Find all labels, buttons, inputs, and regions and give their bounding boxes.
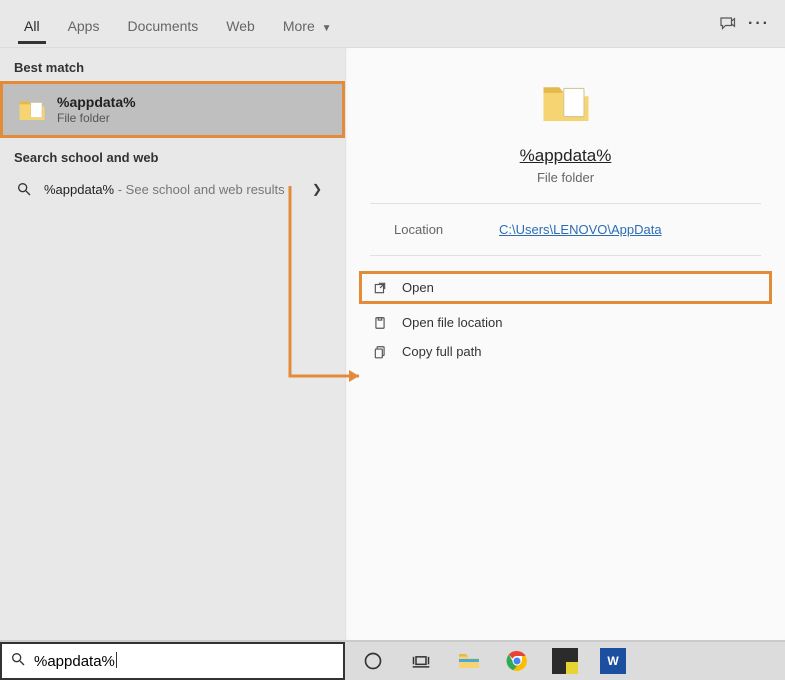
action-label: Copy full path: [402, 344, 482, 359]
taskbar: %appdata%: [0, 640, 785, 680]
best-match-subtitle: File folder: [57, 111, 136, 125]
best-match-title: %appdata%: [57, 94, 136, 110]
tab-label: More: [283, 18, 315, 34]
tab-label: All: [24, 18, 40, 34]
cortana-button[interactable]: [351, 641, 395, 680]
chevron-down-icon: ▼: [322, 23, 332, 34]
action-list: Open Open file location: [346, 256, 785, 384]
chrome-icon: [505, 649, 529, 673]
search-web-query: %appdata%: [44, 182, 114, 197]
best-match-text: %appdata% File folder: [57, 94, 136, 125]
search-body: Best match %appdata% File folder: [0, 48, 785, 640]
tab-label: Apps: [68, 18, 100, 34]
copy-path-icon: [370, 345, 390, 359]
location-row: Location C:\Users\LENOVO\AppData: [370, 204, 761, 256]
chrome-button[interactable]: [495, 641, 539, 680]
search-web-item[interactable]: %appdata% - See school and web results: [0, 171, 345, 207]
action-label: Open file location: [402, 315, 502, 330]
results-pane: Best match %appdata% File folder: [0, 48, 345, 640]
taskbar-icons: W: [345, 642, 635, 680]
task-view-icon: [411, 651, 431, 671]
search-window: All Apps Documents Web More ▼ ··· Best m…: [0, 0, 785, 640]
action-open[interactable]: Open: [359, 271, 772, 304]
preview-pane: %appdata% File folder Location C:\Users\…: [345, 48, 785, 640]
open-location-icon: [370, 316, 390, 330]
options-button[interactable]: ···: [743, 8, 775, 40]
feedback-icon: [718, 15, 736, 33]
tab-more[interactable]: More ▼: [269, 4, 346, 44]
circle-icon: [363, 651, 383, 671]
open-icon: [370, 281, 390, 295]
tab-documents[interactable]: Documents: [113, 4, 212, 44]
preview-title[interactable]: %appdata%: [520, 146, 612, 166]
action-label: Open: [402, 280, 434, 295]
search-web-heading: Search school and web: [0, 138, 345, 171]
feedback-button[interactable]: [711, 8, 743, 40]
file-explorer-button[interactable]: [447, 641, 491, 680]
app-icon-1: [552, 648, 578, 674]
app-icon-2: W: [600, 648, 626, 674]
action-copy-path[interactable]: Copy full path: [370, 337, 761, 366]
search-input-text: %appdata%: [34, 652, 335, 670]
task-view-button[interactable]: [399, 641, 443, 680]
best-match-group: %appdata% File folder: [0, 81, 345, 138]
folder-icon: [17, 95, 47, 125]
folder-icon: [539, 76, 593, 130]
tab-label: Documents: [127, 18, 198, 34]
file-explorer-icon: [457, 649, 481, 673]
search-web-wrap: %appdata% - See school and web results ❯: [0, 171, 345, 207]
location-label: Location: [394, 222, 499, 237]
app-button-1[interactable]: [543, 641, 587, 680]
search-icon: [10, 651, 26, 671]
search-web-text: %appdata% - See school and web results: [44, 182, 285, 197]
best-match-heading: Best match: [0, 48, 345, 81]
search-icon: [14, 179, 34, 199]
taskbar-search[interactable]: %appdata%: [0, 642, 345, 680]
chevron-right-icon: ❯: [312, 182, 322, 196]
scope-tabbar: All Apps Documents Web More ▼ ···: [0, 0, 785, 48]
location-link[interactable]: C:\Users\LENOVO\AppData: [499, 222, 662, 237]
ellipsis-icon: ···: [748, 15, 770, 33]
tab-label: Web: [226, 18, 255, 34]
tab-apps[interactable]: Apps: [54, 4, 114, 44]
app-button-2[interactable]: W: [591, 641, 635, 680]
preview-header: %appdata% File folder: [370, 48, 761, 204]
tab-all[interactable]: All: [10, 4, 54, 44]
preview-subtitle: File folder: [537, 170, 594, 185]
action-open-location[interactable]: Open file location: [370, 308, 761, 337]
tab-web[interactable]: Web: [212, 4, 269, 44]
search-web-suffix: - See school and web results: [114, 182, 285, 197]
best-match-item[interactable]: %appdata% File folder: [0, 81, 345, 138]
expand-result-button[interactable]: ❯: [303, 175, 331, 203]
